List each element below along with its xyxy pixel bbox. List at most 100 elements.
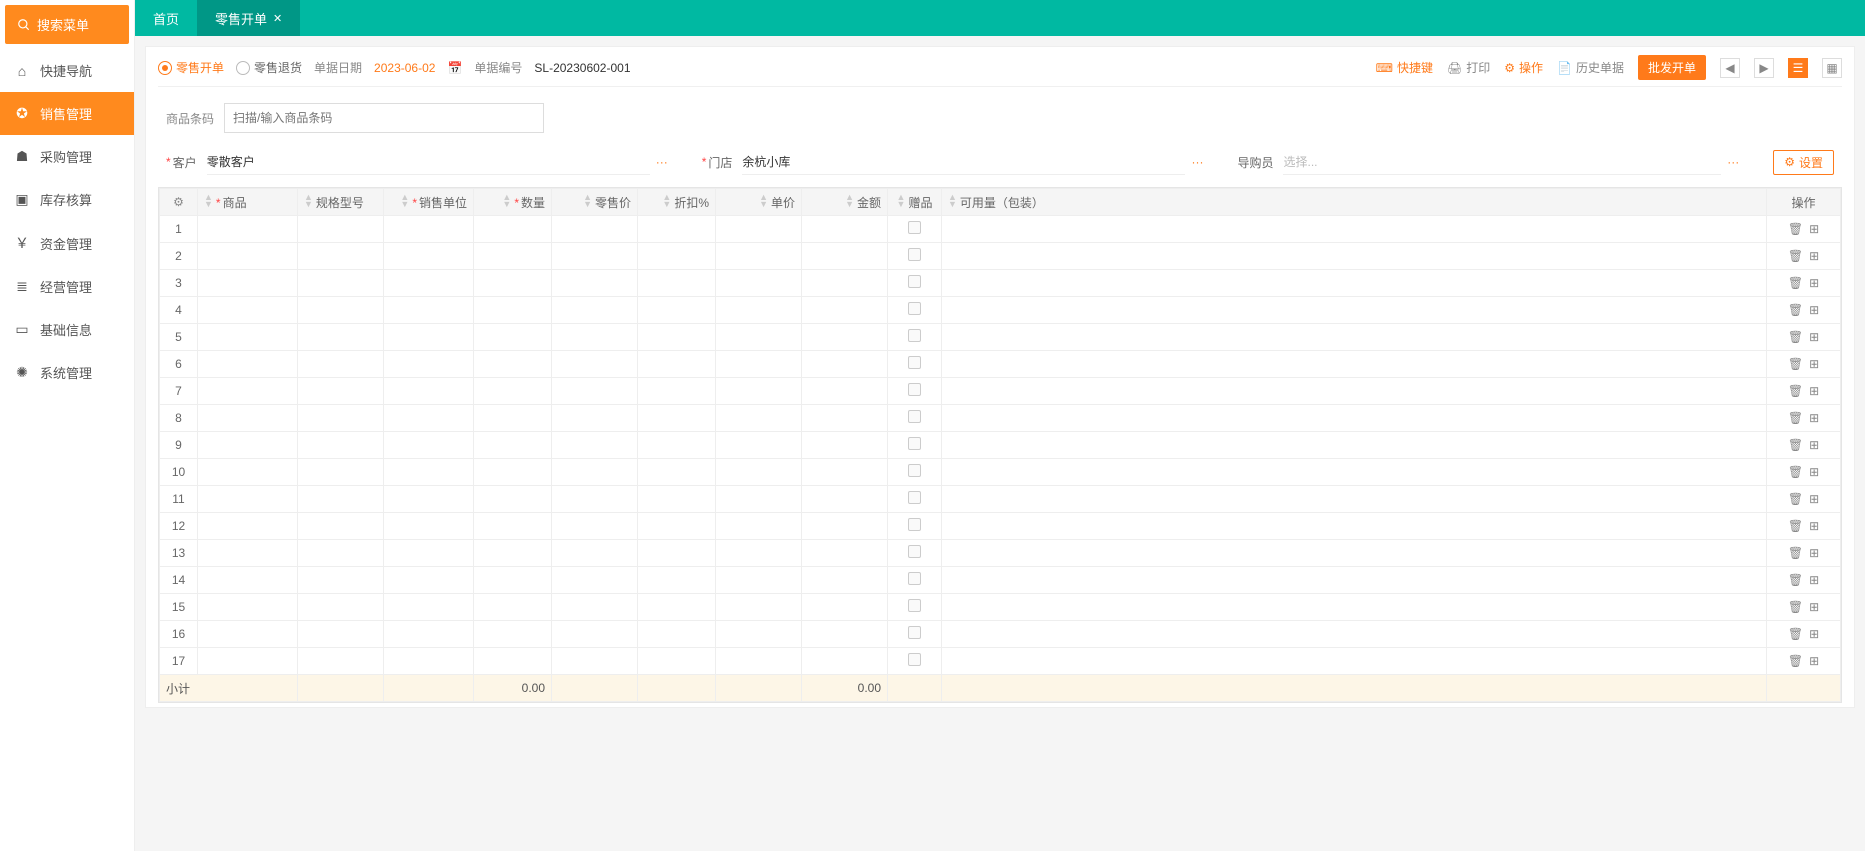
gift-checkbox[interactable]	[908, 329, 921, 342]
delete-row-icon[interactable]: 🗑	[1788, 411, 1803, 425]
add-row-icon[interactable]: ⊞	[1809, 573, 1819, 587]
delete-row-icon[interactable]: 🗑	[1788, 249, 1803, 263]
customer-value[interactable]: 零散客户	[207, 149, 650, 175]
gift-checkbox[interactable]	[908, 572, 921, 585]
view-grid-button[interactable]: ▦	[1822, 58, 1842, 78]
add-row-icon[interactable]: ⊞	[1809, 627, 1819, 641]
table-row[interactable]: 6🗑⊞	[160, 351, 1841, 378]
calendar-icon[interactable]: 📅	[447, 61, 462, 75]
delete-row-icon[interactable]: 🗑	[1788, 600, 1803, 614]
delete-row-icon[interactable]: 🗑	[1788, 627, 1803, 641]
gift-checkbox[interactable]	[908, 410, 921, 423]
search-menu-button[interactable]: 搜索菜单	[5, 5, 129, 44]
close-icon[interactable]: ✕	[273, 12, 282, 25]
delete-row-icon[interactable]: 🗑	[1788, 492, 1803, 506]
sidebar-item[interactable]: ✺系统管理	[0, 351, 134, 394]
doc-date-value[interactable]: 2023-06-02	[374, 61, 435, 75]
gift-checkbox[interactable]	[908, 437, 921, 450]
table-row[interactable]: 3🗑⊞	[160, 270, 1841, 297]
batch-order-button[interactable]: 批发开单	[1638, 55, 1706, 80]
mode-retail-radio[interactable]: 零售开单	[158, 59, 224, 76]
table-row[interactable]: 13🗑⊞	[160, 540, 1841, 567]
gift-checkbox[interactable]	[908, 464, 921, 477]
table-row[interactable]: 12🗑⊞	[160, 513, 1841, 540]
gift-checkbox[interactable]	[908, 383, 921, 396]
gift-checkbox[interactable]	[908, 248, 921, 261]
add-row-icon[interactable]: ⊞	[1809, 357, 1819, 371]
table-row[interactable]: 7🗑⊞	[160, 378, 1841, 405]
sidebar-item[interactable]: ⌂快捷导航	[0, 49, 134, 92]
gift-checkbox[interactable]	[908, 545, 921, 558]
delete-row-icon[interactable]: 🗑	[1788, 438, 1803, 452]
print-button[interactable]: 🖨打印	[1447, 59, 1490, 76]
add-row-icon[interactable]: ⊞	[1809, 654, 1819, 668]
history-button[interactable]: 📄历史单据	[1557, 59, 1624, 76]
delete-row-icon[interactable]: 🗑	[1788, 519, 1803, 533]
gift-checkbox[interactable]	[908, 221, 921, 234]
view-list-button[interactable]: ☰	[1788, 58, 1808, 78]
operate-button[interactable]: ⚙操作	[1504, 59, 1543, 76]
sidebar-item[interactable]: ✪销售管理	[0, 92, 134, 135]
add-row-icon[interactable]: ⊞	[1809, 330, 1819, 344]
table-row[interactable]: 10🗑⊞	[160, 459, 1841, 486]
table-row[interactable]: 5🗑⊞	[160, 324, 1841, 351]
table-row[interactable]: 1🗑⊞	[160, 216, 1841, 243]
tab[interactable]: 首页	[135, 0, 197, 36]
gift-checkbox[interactable]	[908, 275, 921, 288]
add-row-icon[interactable]: ⊞	[1809, 384, 1819, 398]
table-row[interactable]: 16🗑⊞	[160, 621, 1841, 648]
row-settings-icon[interactable]: ⚙	[173, 195, 184, 209]
add-row-icon[interactable]: ⊞	[1809, 276, 1819, 290]
delete-row-icon[interactable]: 🗑	[1788, 357, 1803, 371]
customer-more-icon[interactable]: ···	[650, 155, 674, 169]
prev-doc-button[interactable]: ◀	[1720, 58, 1740, 78]
delete-row-icon[interactable]: 🗑	[1788, 546, 1803, 560]
sidebar-item[interactable]: ≣经营管理	[0, 265, 134, 308]
delete-row-icon[interactable]: 🗑	[1788, 573, 1803, 587]
add-row-icon[interactable]: ⊞	[1809, 303, 1819, 317]
table-row[interactable]: 2🗑⊞	[160, 243, 1841, 270]
table-row[interactable]: 17🗑⊞	[160, 648, 1841, 675]
table-row[interactable]: 9🗑⊞	[160, 432, 1841, 459]
add-row-icon[interactable]: ⊞	[1809, 222, 1819, 236]
table-row[interactable]: 14🗑⊞	[160, 567, 1841, 594]
table-row[interactable]: 4🗑⊞	[160, 297, 1841, 324]
mode-return-radio[interactable]: 零售退货	[236, 59, 302, 76]
sidebar-item[interactable]: ▭基础信息	[0, 308, 134, 351]
delete-row-icon[interactable]: 🗑	[1788, 465, 1803, 479]
gift-checkbox[interactable]	[908, 599, 921, 612]
tab[interactable]: 零售开单✕	[197, 0, 300, 36]
barcode-input[interactable]	[224, 103, 544, 133]
table-row[interactable]: 15🗑⊞	[160, 594, 1841, 621]
delete-row-icon[interactable]: 🗑	[1788, 330, 1803, 344]
delete-row-icon[interactable]: 🗑	[1788, 303, 1803, 317]
delete-row-icon[interactable]: 🗑	[1788, 276, 1803, 290]
delete-row-icon[interactable]: 🗑	[1788, 222, 1803, 236]
guide-value[interactable]: 选择...	[1283, 149, 1721, 175]
gift-checkbox[interactable]	[908, 653, 921, 666]
delete-row-icon[interactable]: 🗑	[1788, 384, 1803, 398]
table-row[interactable]: 11🗑⊞	[160, 486, 1841, 513]
gift-checkbox[interactable]	[908, 356, 921, 369]
gift-checkbox[interactable]	[908, 302, 921, 315]
guide-more-icon[interactable]: ···	[1721, 155, 1745, 169]
store-value[interactable]: 余杭小库	[742, 149, 1185, 175]
add-row-icon[interactable]: ⊞	[1809, 411, 1819, 425]
add-row-icon[interactable]: ⊞	[1809, 492, 1819, 506]
add-row-icon[interactable]: ⊞	[1809, 465, 1819, 479]
sidebar-item[interactable]: ☗采购管理	[0, 135, 134, 178]
gift-checkbox[interactable]	[908, 626, 921, 639]
add-row-icon[interactable]: ⊞	[1809, 519, 1819, 533]
gift-checkbox[interactable]	[908, 518, 921, 531]
add-row-icon[interactable]: ⊞	[1809, 600, 1819, 614]
table-row[interactable]: 8🗑⊞	[160, 405, 1841, 432]
add-row-icon[interactable]: ⊞	[1809, 438, 1819, 452]
add-row-icon[interactable]: ⊞	[1809, 546, 1819, 560]
sidebar-item[interactable]: ▣库存核算	[0, 178, 134, 221]
sidebar-item[interactable]: ￥资金管理	[0, 221, 134, 265]
add-row-icon[interactable]: ⊞	[1809, 249, 1819, 263]
store-more-icon[interactable]: ···	[1185, 155, 1209, 169]
column-settings-button[interactable]: ⚙ 设置	[1773, 150, 1834, 175]
delete-row-icon[interactable]: 🗑	[1788, 654, 1803, 668]
shortcut-button[interactable]: ⌨快捷键	[1376, 59, 1433, 76]
